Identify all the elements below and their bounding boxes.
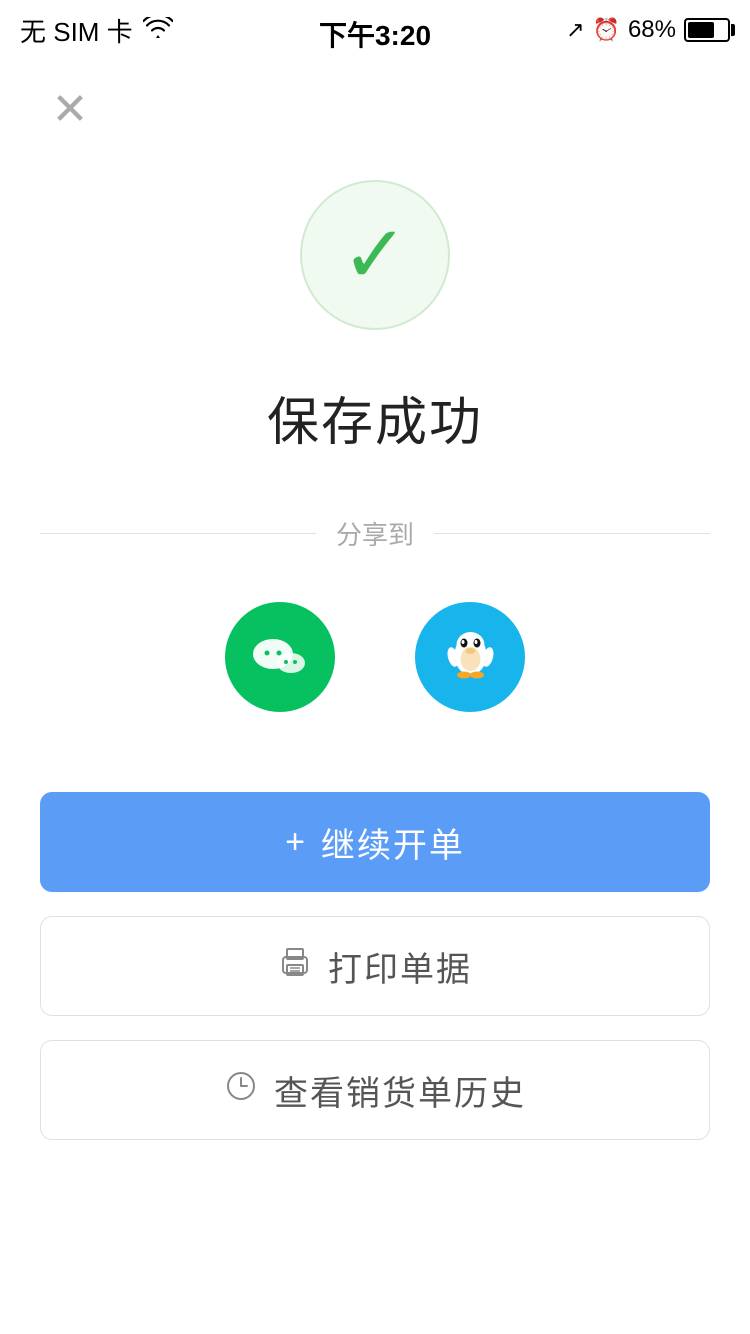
qq-share-button[interactable] bbox=[415, 602, 525, 712]
history-icon bbox=[224, 1069, 258, 1112]
location-icon: ↗ bbox=[566, 17, 584, 43]
wechat-share-button[interactable] bbox=[225, 602, 335, 712]
continue-label: 继续开单 bbox=[321, 818, 465, 867]
continue-button[interactable]: + 继续开单 bbox=[40, 792, 710, 892]
divider-left bbox=[40, 533, 316, 534]
status-left: 无 SIM 卡 bbox=[20, 12, 173, 49]
battery-icon bbox=[684, 18, 730, 42]
status-right: ↗ ⏰ 68% bbox=[566, 16, 730, 44]
no-sim-text: 无 SIM 卡 bbox=[20, 12, 133, 49]
close-button[interactable]: ✕ bbox=[40, 80, 100, 140]
history-button[interactable]: 查看销货单历史 bbox=[40, 1040, 710, 1140]
share-section: 分享到 bbox=[40, 515, 710, 552]
print-button[interactable]: 打印单据 bbox=[40, 916, 710, 1016]
history-label: 查看销货单历史 bbox=[274, 1066, 526, 1115]
wifi-icon bbox=[143, 15, 173, 46]
status-bar: 无 SIM 卡 下午3:20 ↗ ⏰ 68% bbox=[0, 0, 750, 60]
share-label: 分享到 bbox=[336, 515, 414, 552]
divider-right bbox=[434, 533, 710, 534]
status-time: 下午3:20 bbox=[319, 14, 431, 54]
print-label: 打印单据 bbox=[328, 942, 472, 991]
close-icon: ✕ bbox=[52, 88, 89, 132]
checkmark-icon: ✓ bbox=[341, 215, 408, 295]
alarm-icon: ⏰ bbox=[593, 17, 620, 43]
battery-percent: 68% bbox=[628, 16, 676, 44]
wechat-icon bbox=[246, 623, 314, 691]
qq-icon bbox=[438, 625, 503, 690]
success-icon-container: ✓ bbox=[300, 180, 450, 330]
share-icons-row bbox=[40, 602, 710, 712]
success-title: 保存成功 bbox=[267, 380, 483, 455]
actions-section: + 继续开单 打印单据 bbox=[40, 792, 710, 1140]
main-content: ✕ ✓ 保存成功 分享到 bbox=[0, 60, 750, 1140]
plus-icon: + bbox=[285, 823, 305, 862]
printer-icon bbox=[278, 945, 312, 988]
